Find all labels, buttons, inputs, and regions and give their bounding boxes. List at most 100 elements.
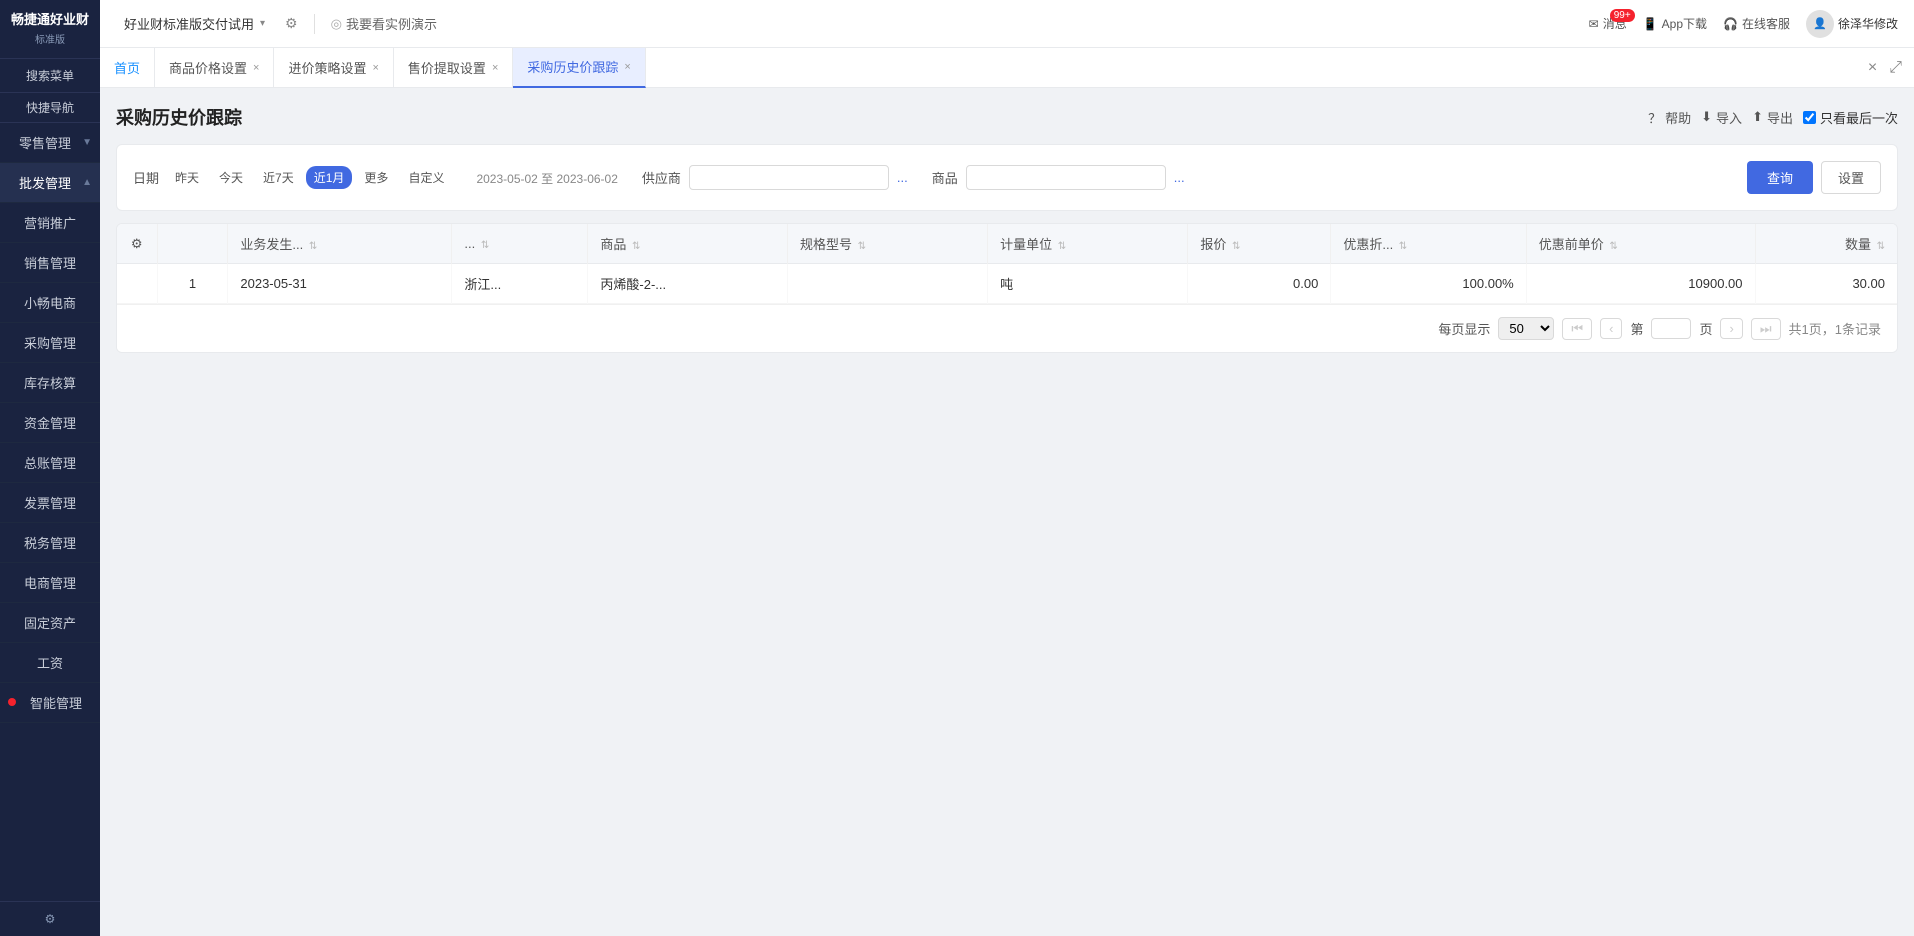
close-icon[interactable]: ×: [253, 62, 259, 74]
col-discount[interactable]: 优惠折... ⇅: [1331, 224, 1526, 264]
next-page-button[interactable]: ›: [1720, 318, 1742, 339]
date-opt-custom[interactable]: 自定义: [400, 166, 452, 189]
sidebar-item-payroll[interactable]: 工资: [0, 643, 100, 683]
only-last-checkbox-label[interactable]: 只看最后一次: [1803, 108, 1898, 127]
sidebar-item-label: 智能管理: [20, 693, 92, 712]
message-action[interactable]: ✉ 消息 99+: [1589, 15, 1627, 32]
demo-link[interactable]: ◎ 我要看实例演示: [331, 14, 437, 33]
table-header-row: ⚙ 业务发生... ⇅ ... ⇅ 商品 ⇅ 规格型号 ⇅ 计量单位 ⇅ 报价 …: [117, 224, 1897, 264]
sidebar-item-assets[interactable]: 固定资产: [0, 603, 100, 643]
online-service-action[interactable]: 🎧 在线客服: [1723, 15, 1790, 32]
chevron-up-icon: ▲: [82, 177, 92, 188]
topbar: 好业财标准版交付试用 ▾ ⚙ ◎ 我要看实例演示 ✉ 消息 99+ 📱 App下…: [100, 0, 1914, 48]
cell-unit: 吨: [988, 264, 1188, 304]
col-biz-date[interactable]: 业务发生... ⇅: [228, 224, 452, 264]
date-opt-7days[interactable]: 近7天: [255, 166, 302, 189]
col-gear[interactable]: ⚙: [117, 224, 157, 264]
col-unit[interactable]: 计量单位 ⇅: [988, 224, 1188, 264]
tab-price-settings[interactable]: 商品价格设置 ×: [155, 48, 274, 88]
prev-page-button[interactable]: ‹: [1600, 318, 1622, 339]
sidebar-search[interactable]: 搜索菜单: [0, 59, 100, 93]
export-button[interactable]: ⬆ 导出: [1752, 108, 1793, 127]
sidebar-item-label: 固定资产: [8, 613, 92, 632]
import-icon: ⬇: [1701, 109, 1712, 125]
supplier-more-icon[interactable]: ...: [897, 170, 908, 185]
close-icon[interactable]: ×: [372, 62, 378, 74]
sidebar-item-sales[interactable]: 销售管理: [0, 243, 100, 283]
sidebar-item-wholesale[interactable]: 批发管理 ▲: [0, 163, 100, 203]
chevron-down-icon: ▼: [82, 137, 92, 148]
page-input[interactable]: 1: [1651, 318, 1691, 339]
sidebar-item-marketing[interactable]: 营销推广: [0, 203, 100, 243]
logo-sub: 标准版: [35, 31, 65, 46]
sidebar-item-inventory[interactable]: 库存核算: [0, 363, 100, 403]
col-product[interactable]: 商品 ⇅: [588, 224, 788, 264]
filter-settings-button[interactable]: 设置: [1821, 161, 1881, 194]
help-button[interactable]: ？ 帮助: [1648, 108, 1691, 127]
content-area: 采购历史价跟踪 ？ 帮助 ⬇ 导入 ⬆ 导出 只看最后一次: [100, 88, 1914, 936]
user-action[interactable]: 👤 徐泽华修改: [1806, 10, 1898, 38]
product-input[interactable]: [966, 165, 1166, 190]
date-opt-1month[interactable]: 近1月: [306, 166, 353, 189]
tab-close-button[interactable]: ×: [1864, 57, 1881, 79]
user-icon: 👤: [1813, 17, 1827, 30]
date-opt-today[interactable]: 今天: [211, 166, 251, 189]
settings-icon: ⚙: [45, 912, 56, 926]
sidebar-item-label: 采购管理: [8, 333, 92, 352]
tab-price-extract[interactable]: 售价提取设置 ×: [394, 48, 513, 88]
message-icon: ✉: [1589, 17, 1599, 31]
query-button[interactable]: 查询: [1747, 161, 1813, 194]
sidebar-item-ecommerce[interactable]: 电商管理: [0, 563, 100, 603]
supplier-input[interactable]: [689, 165, 889, 190]
first-page-button[interactable]: ⏮: [1562, 318, 1592, 340]
date-filter-group: 日期 昨天 今天 近7天 近1月 更多 自定义: [133, 166, 452, 189]
tab-label: 首页: [114, 58, 140, 77]
total-info: 共1页，1条记录: [1789, 319, 1881, 338]
tab-home[interactable]: 首页: [100, 48, 155, 88]
cell-gear: [117, 264, 157, 304]
app-logo: 畅捷通好业财 标准版: [0, 0, 100, 59]
settings-icon[interactable]: ⚙: [285, 15, 298, 32]
sidebar-item-purchase[interactable]: 采购管理: [0, 323, 100, 363]
sidebar-item-label: 小畅电商: [8, 293, 92, 312]
product-more-icon[interactable]: ...: [1174, 170, 1185, 185]
sidebar-item-retail[interactable]: 零售管理 ▼: [0, 123, 100, 163]
sidebar-item-ai[interactable]: 智能管理: [0, 683, 100, 723]
per-page-select[interactable]: 20 50 100 200: [1498, 317, 1554, 340]
sidebar-item-tax[interactable]: 税务管理: [0, 523, 100, 563]
tab-label: 商品价格设置: [169, 58, 247, 77]
col-price-before[interactable]: 优惠前单价 ⇅: [1526, 224, 1755, 264]
sidebar-nav[interactable]: 快捷导航: [0, 93, 100, 123]
sidebar-item-finance[interactable]: 资金管理: [0, 403, 100, 443]
sidebar-settings[interactable]: ⚙: [0, 901, 100, 936]
product-selector[interactable]: 好业财标准版交付试用 ▾: [116, 10, 273, 37]
cell-quote: 0.00: [1188, 264, 1331, 304]
col-quote[interactable]: 报价 ⇅: [1188, 224, 1331, 264]
app-download-action[interactable]: 📱 App下载: [1643, 15, 1707, 32]
product-name: 好业财标准版交付试用: [124, 14, 254, 33]
sidebar-item-invoice[interactable]: 发票管理: [0, 483, 100, 523]
cell-spec: [787, 264, 987, 304]
sidebar-item-ecommerce-small[interactable]: 小畅电商: [0, 283, 100, 323]
only-last-checkbox[interactable]: [1803, 111, 1816, 124]
col-spec[interactable]: 规格型号 ⇅: [787, 224, 987, 264]
tabs-right-actions: × ⤢: [1856, 57, 1914, 79]
sidebar-item-label: 电商管理: [8, 573, 92, 592]
tab-purchase-history[interactable]: 采购历史价跟踪 ×: [513, 48, 645, 88]
last-page-button[interactable]: ⏭: [1751, 318, 1781, 340]
col-more1[interactable]: ... ⇅: [452, 224, 588, 264]
sidebar-item-label: 发票管理: [8, 493, 92, 512]
tab-maximize-button[interactable]: ⤢: [1885, 57, 1906, 79]
demo-label: 我要看实例演示: [346, 14, 437, 33]
close-icon[interactable]: ×: [624, 61, 630, 73]
tab-cost-strategy[interactable]: 进价策略设置 ×: [274, 48, 393, 88]
import-button[interactable]: ⬇ 导入: [1701, 108, 1742, 127]
sidebar-item-ledger[interactable]: 总账管理: [0, 443, 100, 483]
date-opt-more[interactable]: 更多: [356, 166, 396, 189]
date-opt-yesterday[interactable]: 昨天: [167, 166, 207, 189]
col-quantity[interactable]: 数量 ⇅: [1755, 224, 1897, 264]
supplier-filter-group: 供应商 ...: [642, 165, 908, 190]
cell-quantity: 30.00: [1755, 264, 1897, 304]
close-icon[interactable]: ×: [492, 62, 498, 74]
cell-index: 1: [157, 264, 228, 304]
